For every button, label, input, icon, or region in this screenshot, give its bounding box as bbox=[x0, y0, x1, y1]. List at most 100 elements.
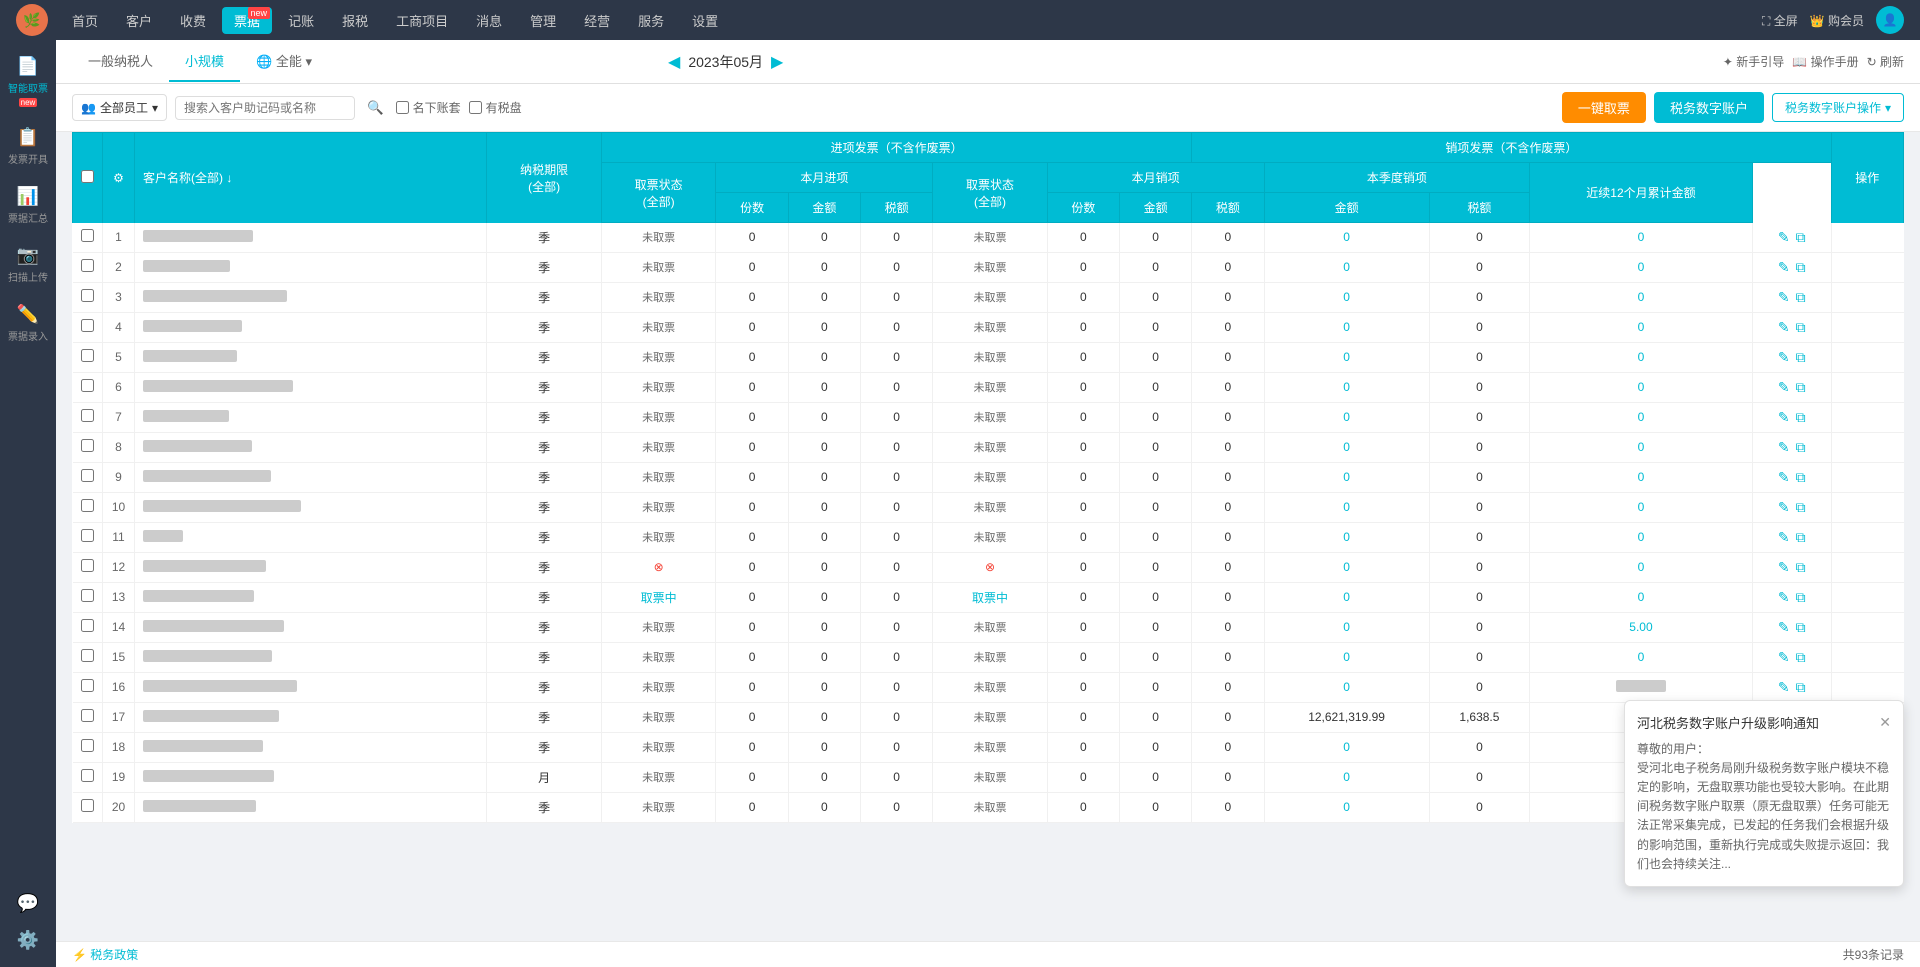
row-checkbox[interactable] bbox=[81, 379, 94, 392]
copy-icon[interactable]: ⧉ bbox=[1796, 349, 1806, 366]
row-checkbox[interactable] bbox=[81, 289, 94, 302]
row-checkbox[interactable] bbox=[81, 649, 94, 662]
tax-digital-account-button[interactable]: 税务数字账户 bbox=[1654, 92, 1764, 123]
copy-icon[interactable]: ⧉ bbox=[1796, 619, 1806, 636]
user-avatar[interactable]: 👤 bbox=[1876, 6, 1904, 34]
select-all-checkbox[interactable] bbox=[81, 170, 94, 183]
row-checkbox[interactable] bbox=[81, 709, 94, 722]
row-checkbox[interactable] bbox=[81, 499, 94, 512]
row-checkbox[interactable] bbox=[81, 739, 94, 752]
row-checkbox[interactable] bbox=[81, 679, 94, 692]
out_count-cell: 0 bbox=[1047, 342, 1119, 372]
row-checkbox[interactable] bbox=[81, 439, 94, 452]
nav-billing[interactable]: 收费 bbox=[168, 7, 218, 34]
edit-icon[interactable]: ✎ bbox=[1778, 259, 1790, 276]
nav-settings[interactable]: 设置 bbox=[680, 7, 730, 34]
sidebar-item-chat[interactable]: 💬 bbox=[13, 885, 43, 922]
client-name-cell bbox=[135, 342, 487, 372]
edit-icon[interactable]: ✎ bbox=[1778, 469, 1790, 486]
checkbox-has-tax-disk-input[interactable] bbox=[469, 101, 482, 114]
policy-link[interactable]: ⚡ 税务政策 bbox=[72, 946, 138, 963]
new-guide-link[interactable]: ✦ 新手引导 bbox=[1723, 53, 1784, 70]
prev-month-button[interactable]: ◀ bbox=[668, 52, 680, 72]
nav-services[interactable]: 服务 bbox=[626, 7, 676, 34]
row-checkbox[interactable] bbox=[81, 349, 94, 362]
manual-link[interactable]: 📖 操作手册 bbox=[1792, 53, 1858, 70]
dropdown-arrow-icon: ▾ bbox=[1885, 101, 1891, 115]
nav-accounting[interactable]: 记账 bbox=[276, 7, 326, 34]
copy-icon[interactable]: ⧉ bbox=[1796, 289, 1806, 306]
nav-tax[interactable]: 报税 bbox=[330, 7, 380, 34]
copy-icon[interactable]: ⧉ bbox=[1796, 409, 1806, 426]
one-click-ticket-button[interactable]: 一键取票 bbox=[1562, 92, 1646, 123]
edit-icon[interactable]: ✎ bbox=[1778, 499, 1790, 516]
copy-icon[interactable]: ⧉ bbox=[1796, 259, 1806, 276]
row-checkbox[interactable] bbox=[81, 229, 94, 242]
copy-icon[interactable]: ⧉ bbox=[1796, 319, 1806, 336]
edit-icon[interactable]: ✎ bbox=[1778, 589, 1790, 606]
tab-small-scale[interactable]: 小规模 bbox=[169, 41, 240, 82]
tab-all[interactable]: 🌐 全能 ▾ bbox=[240, 41, 328, 82]
edit-icon[interactable]: ✎ bbox=[1778, 289, 1790, 306]
row-checkbox[interactable] bbox=[81, 769, 94, 782]
tax-digital-ops-button[interactable]: 税务数字账户操作 ▾ bbox=[1772, 93, 1904, 122]
tab-general-taxpayer[interactable]: 一般纳税人 bbox=[72, 41, 169, 82]
copy-icon[interactable]: ⧉ bbox=[1796, 529, 1806, 546]
row-checkbox[interactable] bbox=[81, 619, 94, 632]
popup-close-button[interactable]: ✕ bbox=[1879, 714, 1891, 731]
edit-icon[interactable]: ✎ bbox=[1778, 619, 1790, 636]
copy-icon[interactable]: ⧉ bbox=[1796, 379, 1806, 396]
copy-icon[interactable]: ⧉ bbox=[1796, 439, 1806, 456]
nav-business[interactable]: 工商项目 bbox=[384, 7, 460, 34]
next-month-button[interactable]: ▶ bbox=[771, 52, 783, 72]
row-checkbox[interactable] bbox=[81, 529, 94, 542]
search-button[interactable]: 🔍 bbox=[363, 96, 388, 120]
edit-icon[interactable]: ✎ bbox=[1778, 649, 1790, 666]
out_tax-cell: 0 bbox=[1192, 492, 1264, 522]
fullscreen-link[interactable]: ⛶ 全屏 bbox=[1762, 12, 1798, 29]
refresh-link[interactable]: ↻ 刷新 bbox=[1867, 53, 1904, 70]
checkbox-has-tax-disk[interactable]: 有税盘 bbox=[469, 99, 522, 116]
edit-icon[interactable]: ✎ bbox=[1778, 379, 1790, 396]
copy-icon[interactable]: ⧉ bbox=[1796, 469, 1806, 486]
sidebar-item-smart-ticket[interactable]: 📄 智能取票 new bbox=[0, 48, 56, 115]
row-checkbox[interactable] bbox=[81, 409, 94, 422]
checkbox-named-accounts-input[interactable] bbox=[396, 101, 409, 114]
copy-icon[interactable]: ⧉ bbox=[1796, 649, 1806, 666]
row-checkbox[interactable] bbox=[81, 469, 94, 482]
nav-operations[interactable]: 经营 bbox=[572, 7, 622, 34]
row-checkbox[interactable] bbox=[81, 589, 94, 602]
edit-icon[interactable]: ✎ bbox=[1778, 229, 1790, 246]
member-link[interactable]: 👑 购会员 bbox=[1810, 12, 1864, 29]
edit-icon[interactable]: ✎ bbox=[1778, 679, 1790, 696]
edit-icon[interactable]: ✎ bbox=[1778, 349, 1790, 366]
copy-icon[interactable]: ⧉ bbox=[1796, 559, 1806, 576]
sidebar-item-ticket-summary[interactable]: 📊 票据汇总 bbox=[0, 178, 56, 233]
sidebar-item-invoice-open[interactable]: 📋 发票开具 bbox=[0, 119, 56, 174]
nav-manage[interactable]: 管理 bbox=[518, 7, 568, 34]
copy-icon[interactable]: ⧉ bbox=[1796, 499, 1806, 516]
action-icons: ✎ ⧉ bbox=[1761, 499, 1823, 516]
nav-clients[interactable]: 客户 bbox=[114, 7, 164, 34]
checkbox-named-accounts[interactable]: 名下账套 bbox=[396, 99, 461, 116]
staff-select[interactable]: 👥 全部员工 ▾ bbox=[72, 94, 167, 121]
row-checkbox[interactable] bbox=[81, 259, 94, 272]
sidebar-item-ticket-entry[interactable]: ✏️ 票据录入 bbox=[0, 296, 56, 351]
edit-icon[interactable]: ✎ bbox=[1778, 529, 1790, 546]
row-checkbox[interactable] bbox=[81, 799, 94, 812]
copy-icon[interactable]: ⧉ bbox=[1796, 679, 1806, 696]
copy-icon[interactable]: ⧉ bbox=[1796, 229, 1806, 246]
copy-icon[interactable]: ⧉ bbox=[1796, 589, 1806, 606]
search-input[interactable] bbox=[175, 96, 355, 120]
edit-icon[interactable]: ✎ bbox=[1778, 409, 1790, 426]
row-checkbox[interactable] bbox=[81, 319, 94, 332]
row-checkbox[interactable] bbox=[81, 559, 94, 572]
nav-messages[interactable]: 消息 bbox=[464, 7, 514, 34]
sidebar-item-settings[interactable]: ⚙️ bbox=[13, 922, 43, 959]
edit-icon[interactable]: ✎ bbox=[1778, 439, 1790, 456]
nav-home[interactable]: 首页 bbox=[60, 7, 110, 34]
edit-icon[interactable]: ✎ bbox=[1778, 319, 1790, 336]
edit-icon[interactable]: ✎ bbox=[1778, 559, 1790, 576]
nav-tickets[interactable]: 票据 new bbox=[222, 7, 272, 34]
sidebar-item-scan-upload[interactable]: 📷 扫描上传 bbox=[0, 237, 56, 292]
